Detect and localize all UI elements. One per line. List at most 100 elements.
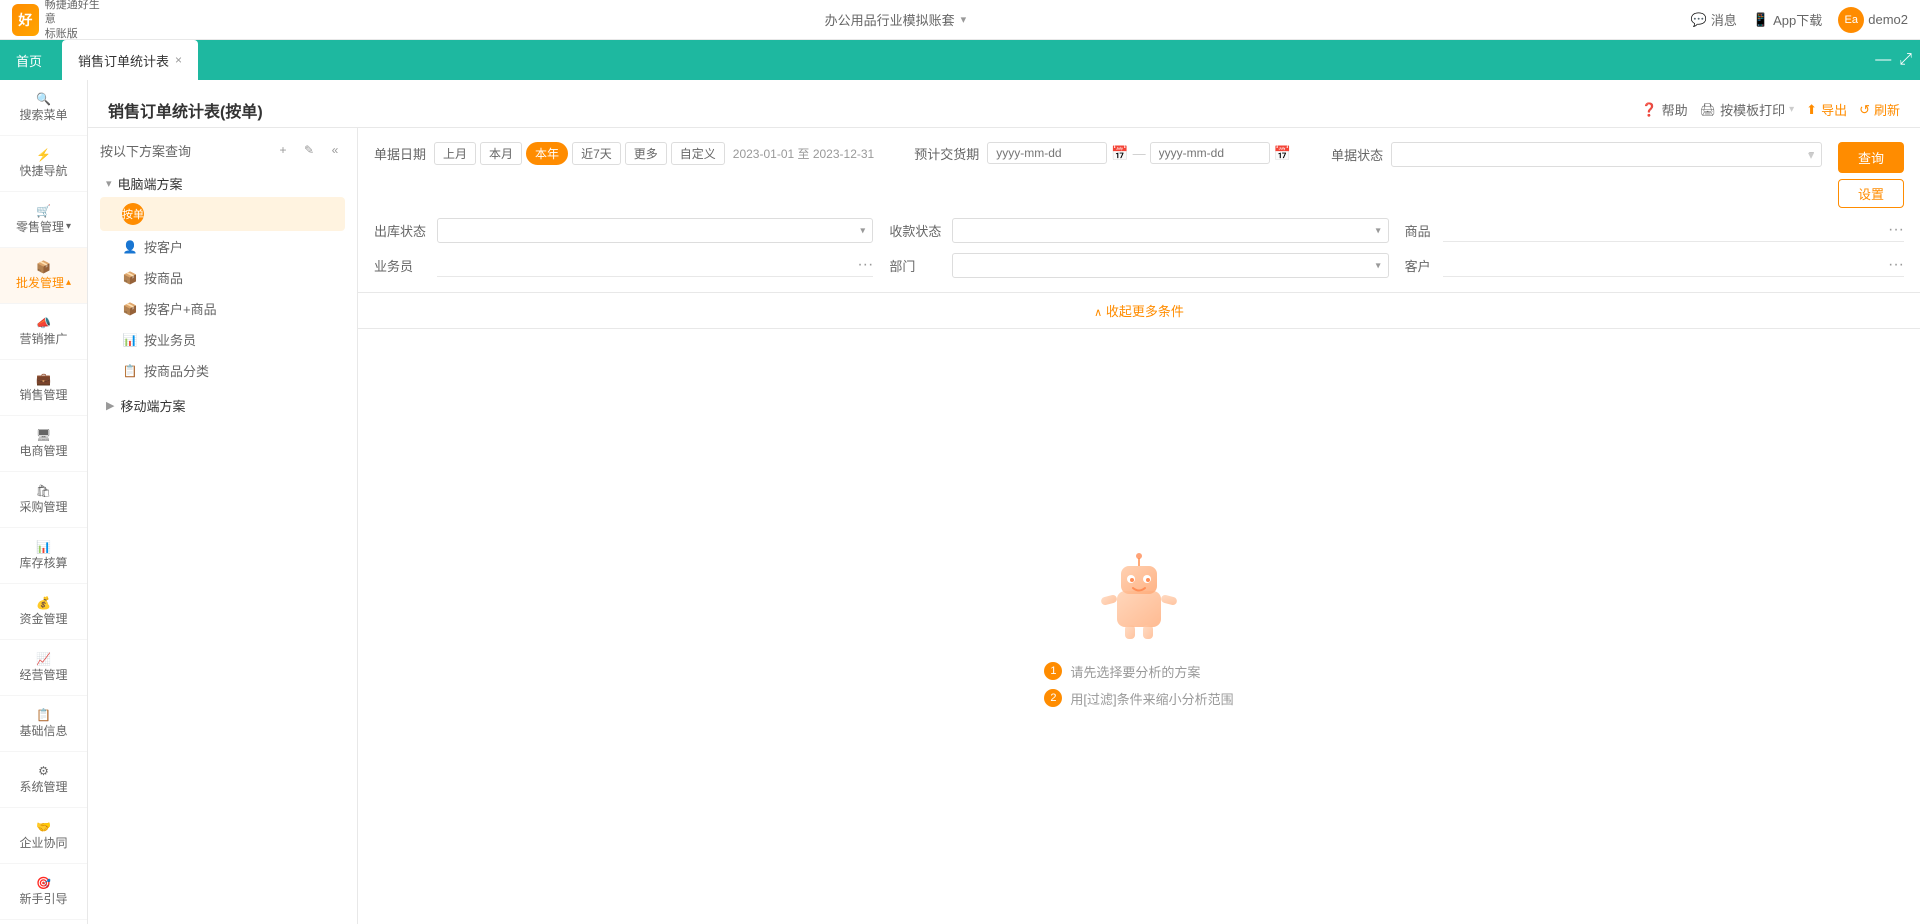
salesman-label: 业务员: [374, 256, 429, 275]
stock-status-label: 出库状态: [374, 221, 429, 240]
date-btn-last-month[interactable]: 上月: [434, 142, 476, 165]
left-panel-icons: + ✎ «: [273, 140, 345, 160]
mobile-icon: 📱: [1753, 12, 1769, 28]
add-scheme-button[interactable]: +: [273, 140, 293, 160]
logo-area: 好 畅捷通好生意 标账版: [12, 0, 100, 41]
scheme-item-by-customer-goods[interactable]: 📦 按客户+商品: [100, 293, 345, 324]
minimize-button[interactable]: —: [1875, 51, 1891, 69]
stock-status-select[interactable]: [437, 218, 873, 243]
active-scheme-indicator: 按单: [122, 203, 144, 225]
logo-text: 畅捷通好生意 标账版: [45, 0, 100, 41]
left-panel-title: 按以下方案查询: [100, 141, 191, 160]
empty-step-1: 1 请先选择要分析的方案: [1044, 662, 1233, 681]
edit-scheme-button[interactable]: ✎: [299, 140, 319, 160]
chevron-up-icon: ∧: [1094, 307, 1102, 319]
tab-sales-order-statistics[interactable]: 销售订单统计表 ×: [62, 40, 198, 80]
page-title: 销售订单统计表(按单): [108, 98, 263, 122]
date-range-text: 2023-01-01 至 2023-12-31: [733, 145, 874, 162]
order-status-select[interactable]: [1391, 142, 1822, 167]
sidebar-item-ecommerce[interactable]: 🖥 电商管理: [0, 416, 87, 472]
query-button[interactable]: 查询: [1838, 142, 1904, 173]
goods-filter-label: 商品: [1405, 221, 1435, 240]
help-button[interactable]: ❓ 帮助: [1641, 100, 1687, 119]
sidebar-item-search[interactable]: 🔍 搜索菜单: [0, 80, 87, 136]
message-icon: 💬: [1691, 12, 1707, 28]
chevron-down-icon: ▾: [106, 177, 112, 190]
tabbar: 首页 销售订单统计表 × — ⤢: [0, 40, 1920, 80]
order-status-label: 单据状态: [1331, 145, 1383, 164]
inner-layout: 按以下方案查询 + ✎ « ▾ 电脑端方案: [88, 128, 1920, 924]
calendar-icon-start: 📅: [1111, 145, 1128, 162]
tab-close-icon[interactable]: ×: [175, 53, 182, 67]
scheme-item-by-goods[interactable]: 📦 按商品: [100, 262, 345, 293]
date-btn-7days[interactable]: 近7天: [572, 142, 621, 165]
customer-filter-dots[interactable]: ···: [1888, 256, 1904, 274]
combo-icon: 📦: [122, 301, 138, 317]
page-header: 销售订单统计表(按单) ❓ 帮助 🖨 按模板打印 ▾ ⬆ 导出 ↺ 刷新: [88, 80, 1920, 128]
user-avatar-area[interactable]: Ea demo2: [1838, 7, 1908, 33]
expected-delivery-label: 预计交货期: [914, 144, 979, 163]
salesman-filter-dots[interactable]: ···: [857, 256, 873, 274]
sidebar-item-marketing[interactable]: 📣 营销推广: [0, 304, 87, 360]
sidebar-item-system[interactable]: ⚙ 系统管理: [0, 752, 87, 808]
page-actions: ❓ 帮助 🖨 按模板打印 ▾ ⬆ 导出 ↺ 刷新: [1641, 100, 1900, 119]
maximize-button[interactable]: ⤢: [1899, 51, 1912, 69]
sidebar-item-wholesale[interactable]: 📦 批发管理 ▴: [0, 248, 87, 304]
scheme-item-by-order[interactable]: 按单: [100, 197, 345, 231]
expected-date-end[interactable]: [1150, 142, 1270, 164]
refresh-icon: ↺: [1859, 102, 1870, 118]
goods-filter-dots[interactable]: ···: [1888, 221, 1904, 239]
content-area: 销售订单统计表(按单) ❓ 帮助 🖨 按模板打印 ▾ ⬆ 导出 ↺ 刷新: [88, 80, 1920, 924]
logo-icon: 好: [12, 4, 39, 36]
tabbar-actions: — ⤢: [1875, 51, 1920, 69]
scheme-group-mobile: ▶ 移动端方案: [100, 392, 345, 419]
category-icon: 📋: [122, 363, 138, 379]
app-download-button[interactable]: 📱 App下载: [1753, 10, 1822, 29]
date-btn-this-year[interactable]: 本年: [526, 142, 568, 165]
date-btn-more[interactable]: 更多: [625, 142, 667, 165]
collapse-more-button[interactable]: ∧ 收起更多条件: [358, 293, 1920, 329]
topbar-dropdown[interactable]: 办公用品行业模拟账套 ▾: [825, 10, 967, 29]
scheme-item-by-customer[interactable]: 👤 按客户: [100, 231, 345, 262]
date-filter-label: 单据日期: [374, 144, 426, 163]
scheme-item-by-category[interactable]: 📋 按商品分类: [100, 355, 345, 386]
sidebar-item-newuser[interactable]: 🎯 新手引导: [0, 864, 87, 920]
empty-illustration: [1089, 546, 1189, 646]
topbar: 好 畅捷通好生意 标账版 办公用品行业模拟账套 ▾ 💬 消息 📱 App下载 E…: [0, 0, 1920, 40]
message-button[interactable]: 💬 消息: [1691, 10, 1737, 29]
export-button[interactable]: ⬆ 导出: [1806, 100, 1847, 119]
sidebar-item-basic-info[interactable]: 📋 基础信息: [0, 696, 87, 752]
date-btn-custom[interactable]: 自定义: [671, 142, 725, 165]
collapse-panel-button[interactable]: «: [325, 140, 345, 160]
sidebar-item-sales[interactable]: 💼 销售管理: [0, 360, 87, 416]
calendar-icon-end: 📅: [1274, 145, 1291, 162]
chevron-down-icon: ▾: [961, 13, 967, 26]
topbar-right: 💬 消息 📱 App下载 Ea demo2: [1691, 7, 1908, 33]
collection-status-select[interactable]: [952, 218, 1388, 243]
chevron-down-icon: ▾: [66, 221, 71, 232]
settings-button[interactable]: 设置: [1838, 179, 1904, 208]
sidebar-item-finance[interactable]: 💰 资金管理: [0, 584, 87, 640]
date-separator: —: [1133, 146, 1146, 161]
sidebar-item-operations[interactable]: 📈 经营管理: [0, 640, 87, 696]
print-icon: 🖨: [1700, 102, 1717, 118]
expected-date-start[interactable]: [987, 142, 1107, 164]
date-btn-this-month[interactable]: 本月: [480, 142, 522, 165]
scheme-group-header-pc[interactable]: ▾ 电脑端方案: [100, 170, 345, 197]
sidebar-item-retail[interactable]: 🛒 零售管理 ▾: [0, 192, 87, 248]
tab-home[interactable]: 首页: [0, 40, 58, 80]
department-select[interactable]: [952, 253, 1388, 278]
box-icon: 📦: [122, 270, 138, 286]
sidebar-item-quicknav[interactable]: ⚡ 快捷导航: [0, 136, 87, 192]
sidebar-item-appcenter[interactable]: 📲 应用中心: [0, 920, 87, 924]
sidebar-item-purchase[interactable]: 🛍 采购管理: [0, 472, 87, 528]
sidebar-item-inventory[interactable]: 📊 库存核算: [0, 528, 87, 584]
scheme-group-header-mobile[interactable]: ▶ 移动端方案: [100, 392, 345, 419]
scheme-item-by-salesman[interactable]: 📊 按业务员: [100, 324, 345, 355]
refresh-button[interactable]: ↺ 刷新: [1859, 100, 1900, 119]
action-buttons: 查询 设置: [1838, 142, 1904, 208]
sidebar-item-enterprise[interactable]: 🤝 企业协同: [0, 808, 87, 864]
filter-section: 单据日期 上月 本月 本年 近7天 更多 自定义 2023-01-01 至 20…: [358, 128, 1920, 293]
print-button[interactable]: 🖨 按模板打印 ▾: [1700, 100, 1795, 119]
help-icon: ❓: [1641, 102, 1657, 118]
